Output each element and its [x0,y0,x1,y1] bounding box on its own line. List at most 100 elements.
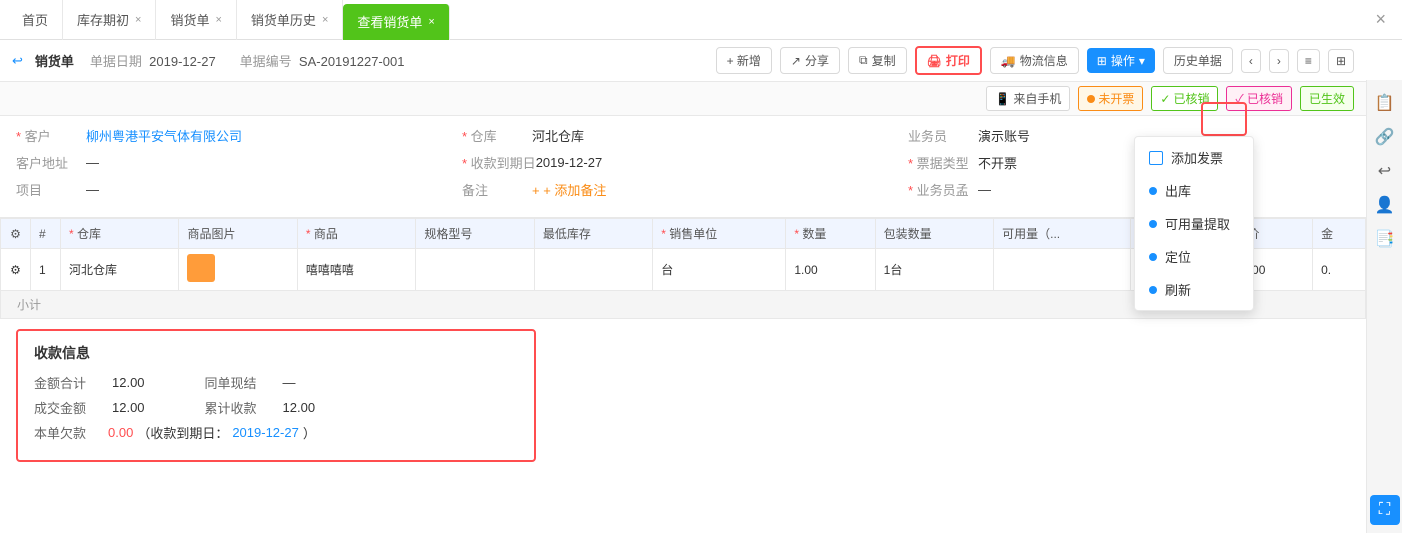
phone-label: 来自手机 [1013,90,1061,107]
check-icon: ✓ [1160,92,1170,106]
ticket-type-value: 不开票 [978,153,1017,172]
add-invoice-icon [1149,151,1163,165]
main-area: 📋 🔗 ↩ 👤 📑 ⛶ ↩ 销货单 单据日期 2019-12-27 单据编号 S… [0,40,1402,533]
owed-value: 0.00 [108,425,133,440]
date-value: 2019-12-27 [149,54,216,69]
dropdown-item-available-qty[interactable]: 可用量提取 [1135,207,1253,240]
same-bill-item: 同单现结 — [205,373,296,392]
dropdown-item-outbound[interactable]: 出库 [1135,174,1253,207]
tab-view-sales-close[interactable]: × [428,16,434,28]
global-close-button[interactable]: × [1367,9,1394,30]
payment-row-1: 金额合计 12.00 同单现结 — [34,373,518,392]
history-label: 历史单据 [1174,52,1222,69]
total-amount-label: 金额合计 [34,373,104,392]
remark-add-button[interactable]: + + 添加备注 [532,180,606,199]
sidebar-icon-return[interactable]: ↩ [1370,156,1400,186]
tab-home[interactable]: 首页 [8,0,63,40]
print-button[interactable]: 🖨 打印 [915,46,982,75]
cancelled-label: ✓ 已核销 [1235,90,1283,107]
dropdown-item-locate[interactable]: 定位 [1135,240,1253,273]
prev-icon: ‹ [1249,54,1253,68]
biz2-field: 业务员孟 — [908,180,1354,199]
project-label: 项目 [16,180,86,199]
col-qty: 数量 [786,219,875,249]
owed-date: 2019-12-27 [232,425,299,440]
owed-label: 本单欠款 [34,423,104,442]
outbound-icon [1149,187,1157,195]
copy-icon: ⧉ [859,53,868,68]
due-date-label: 收款到期日 [462,153,536,172]
add-remark-icon: + [532,183,540,198]
tab-sales[interactable]: 销货单 × [156,0,236,40]
row-no: 1 [31,249,61,291]
cancelled-button[interactable]: ✓ 已核销 [1226,86,1292,111]
num-field: 单据编号 SA-20191227-001 [240,51,405,70]
tab-sales-close[interactable]: × [215,14,221,26]
row-qty: 1.00 [786,249,875,291]
col-product-img: 商品图片 [179,219,297,249]
dropdown-item-refresh[interactable]: 刷新 [1135,273,1253,306]
refresh-label: 刷新 [1165,280,1191,299]
tab-view-sales[interactable]: 查看销货单 × [343,4,449,40]
biz2-value: — [978,182,991,197]
share-button[interactable]: ↗ 分享 [780,47,840,74]
secondary-toolbar: 📱 来自手机 未开票 ✓ 已核销 ✓ 已核销 已生效 [0,82,1402,116]
doc-type-label: 销货单 [35,51,74,70]
transaction-item: 成交金额 12.00 [34,398,145,417]
logistics-button[interactable]: 🚚 物流信息 [990,47,1079,74]
row-warehouse: 河北仓库 [61,249,179,291]
owed-item: 本单欠款 0.00 （收款到期日： 2019-12-27 ） [34,423,316,442]
customer-value[interactable]: 柳州粤港平安气体有限公司 [86,126,242,145]
warehouse-field: 仓库 河北仓库 [462,126,908,145]
share-icon: ↗ [791,54,801,68]
layout2-button[interactable]: ⊞ [1328,49,1354,73]
row-pack-qty: 1台 [875,249,993,291]
address-label: 客户地址 [16,153,86,172]
tab-sales-history-close[interactable]: × [322,14,328,26]
sidebar-icon-expand[interactable]: ⛶ [1370,495,1400,525]
effective-button[interactable]: 已生效 [1300,86,1354,111]
unopened-button[interactable]: 未开票 [1078,86,1143,111]
transaction-label: 成交金额 [34,398,104,417]
right-sidebar: 📋 🔗 ↩ 👤 📑 ⛶ [1366,80,1402,533]
warehouse-label: 仓库 [462,126,532,145]
cumulative-value: 12.00 [283,400,316,415]
col-amount: 金 [1313,219,1366,249]
col-unit: 销售单位 [653,219,786,249]
next-button[interactable]: › [1269,49,1289,73]
verified-button[interactable]: ✓ 已核销 [1151,86,1218,111]
date-field: 单据日期 2019-12-27 [90,51,216,70]
tab-inventory[interactable]: 库存期初 × [63,0,156,40]
tab-inventory-close[interactable]: × [135,14,141,26]
payment-row-3: 本单欠款 0.00 （收款到期日： 2019-12-27 ） [34,423,518,442]
doc-type-icon: ↩ [12,53,23,69]
row-gear[interactable]: ⚙ [1,249,31,291]
col-model: 规格型号 [416,219,534,249]
layout1-button[interactable]: ≡ [1297,49,1320,73]
tab-view-sales-label: 查看销货单 [357,12,422,31]
add-remark-label: + 添加备注 [543,183,606,198]
due-date-field: 收款到期日 2019-12-27 [462,153,908,172]
circle-orange [1087,95,1095,103]
history-button[interactable]: 历史单据 [1163,47,1233,74]
new-button[interactable]: + 新增 [716,47,772,74]
print-icon: 🖨 [927,54,942,68]
tab-sales-history[interactable]: 销货单历史 × [237,0,343,40]
prev-button[interactable]: ‹ [1241,49,1261,73]
phone-button[interactable]: 📱 来自手机 [986,86,1070,111]
biz2-label: 业务员孟 [908,180,978,199]
sidebar-icon-person[interactable]: 👤 [1370,190,1400,220]
col-product: 商品 [297,219,415,249]
sidebar-icon-clipboard[interactable]: 📋 [1370,88,1400,118]
copy-button[interactable]: ⧉ 复制 [848,47,907,74]
dropdown-item-add-invoice[interactable]: 添加发票 [1135,141,1253,174]
total-amount-item: 金额合计 12.00 [34,373,145,392]
sidebar-icon-link[interactable]: 🔗 [1370,122,1400,152]
operate-button[interactable]: ⊞ 操作 ▾ [1087,48,1155,73]
row-product-img [179,249,297,291]
biz-person-label: 业务员 [908,126,978,145]
sidebar-icon-doc[interactable]: 📑 [1370,224,1400,254]
customer-field: 客户 柳州粤港平安气体有限公司 [16,126,462,145]
main-toolbar: ↩ 销货单 单据日期 2019-12-27 单据编号 SA-20191227-0… [0,40,1402,82]
tab-home-label: 首页 [22,10,48,29]
